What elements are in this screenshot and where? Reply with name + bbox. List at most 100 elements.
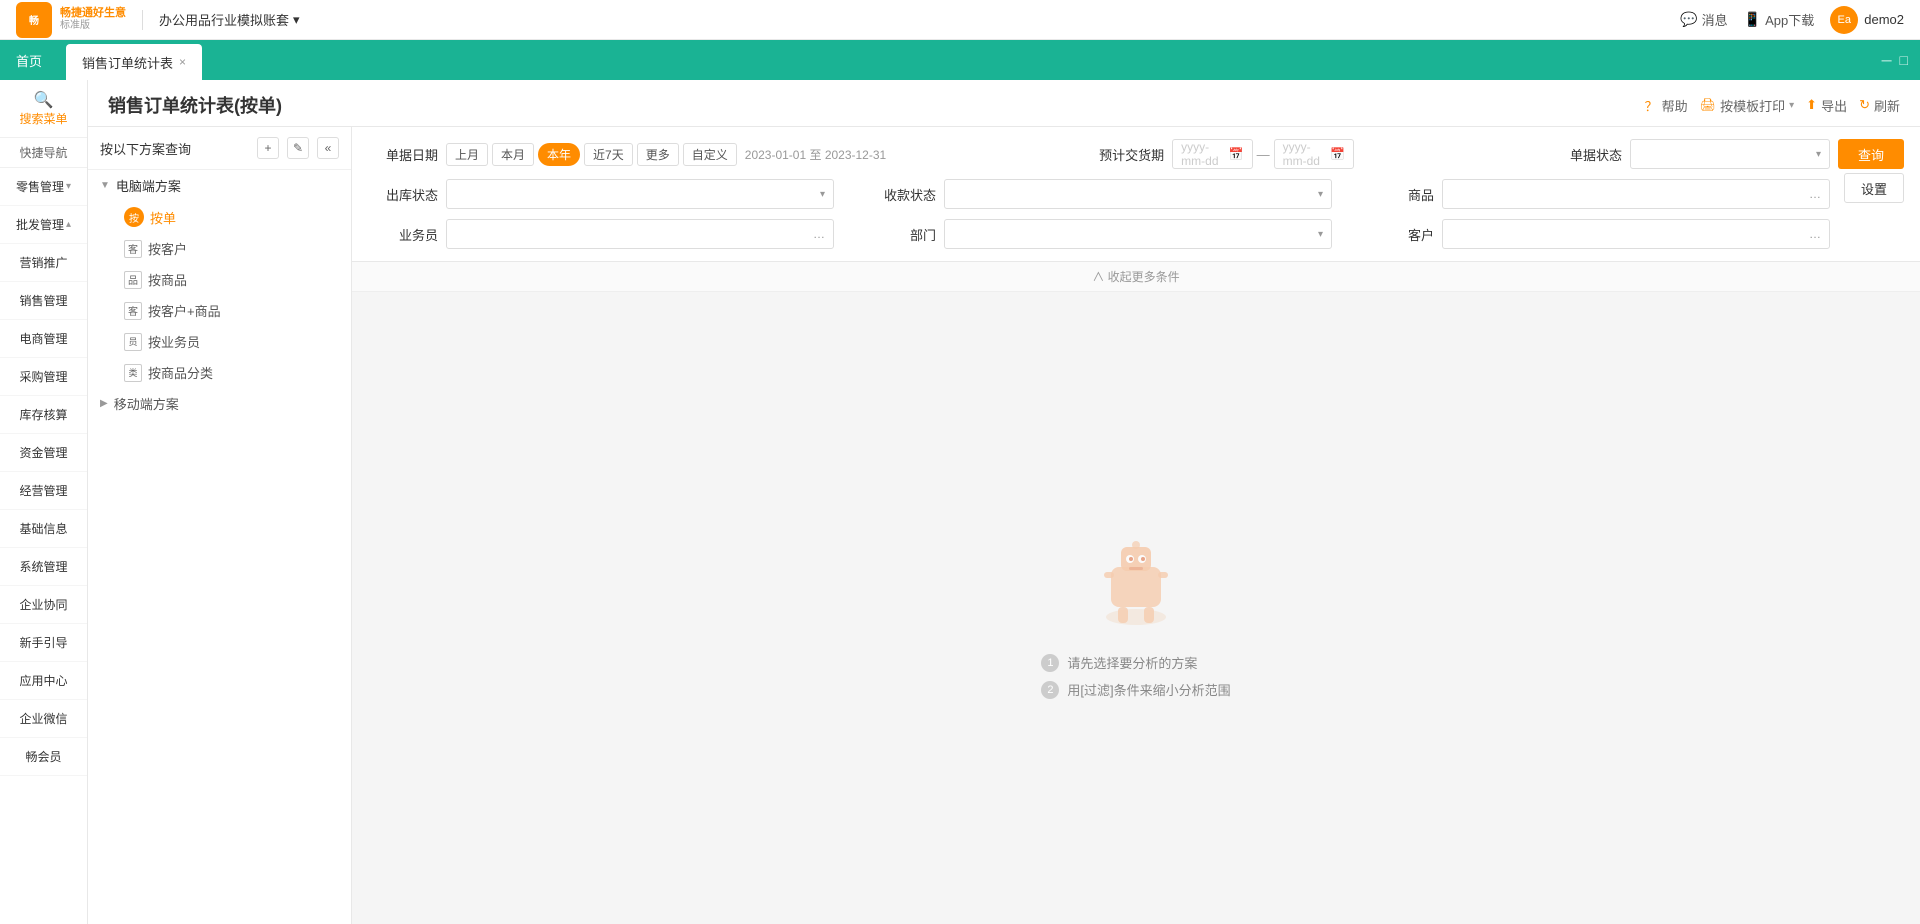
department-label: 部门 [866,225,936,244]
sidebar: 🔍 搜索菜单 快捷导航 零售管理 ▾ 批发管理 ▴ 营销推广 销售管理 电商管理… [0,80,88,924]
department-select[interactable]: ▾ [944,219,1332,249]
sidebar-item-operations[interactable]: 经营管理 [0,472,87,510]
sidebar-item-marketing[interactable]: 营销推广 [0,244,87,282]
help-btn[interactable]: ？ 帮助 [1645,96,1688,115]
salesperson-input[interactable]: … [446,219,834,249]
collapse-bar[interactable]: ∧ 收起更多条件 [352,262,1920,292]
date-btn-custom[interactable]: 自定义 [683,143,737,166]
by-customer-label: 按客户 [148,239,187,258]
workspace-arrow: ▾ [293,12,300,28]
empty-state: 1 请先选择要分析的方案 2 用[过滤]条件来缩小分析范围 [352,292,1920,924]
date-btn-current-year[interactable]: 本年 [538,143,580,166]
edit-scheme-btn[interactable]: ✎ [287,137,309,159]
sidebar-inventory-label: 库存核算 [19,406,67,423]
user-menu[interactable]: Ea demo2 [1830,6,1904,34]
ship-status-select[interactable]: ▾ [446,179,834,209]
product-input[interactable]: … [1442,179,1830,209]
print-btn[interactable]: 🖨 按模板打印 ▾ [1700,96,1795,115]
sidebar-newbie-label: 新手引导 [19,634,67,651]
filter-status-row: 出库状态 ▾ 收款状态 ▾ [368,179,1830,209]
pay-status-select[interactable]: ▾ [944,179,1332,209]
product-dots: … [1809,187,1821,201]
empty-step-1: 1 请先选择要分析的方案 [1041,653,1230,672]
sidebar-item-wholesale[interactable]: 批发管理 ▴ [0,206,87,244]
sidebar-finance-label: 资金管理 [19,444,67,461]
tree-pc-section[interactable]: ▼ 电脑端方案 [88,170,351,201]
customer-input[interactable]: … [1442,219,1830,249]
tab-sales-order[interactable]: 销售订单统计表 × [66,44,202,80]
tree-item-by-cust-prod[interactable]: 客 按客户+商品 [88,295,351,326]
app-download-btn[interactable]: 📱 App下载 [1744,10,1815,29]
by-salesperson-label: 按业务员 [148,332,200,351]
empty-illustration [1076,517,1196,637]
sidebar-item-newbie[interactable]: 新手引导 [0,624,87,662]
filter-main-cols: 单据日期 上月 本月 本年 近7天 更多 自定义 2023-01-01 至 20… [368,139,1830,249]
tab-bar: 首页 销售订单统计表 × ─ □ [0,40,1920,80]
mobile-expand-icon: ▶ [100,398,108,409]
export-label: 导出 [1821,96,1847,115]
by-product-icon: 品 [124,271,142,289]
refresh-btn[interactable]: ↻ 刷新 [1859,96,1900,115]
tree-mobile-section[interactable]: ▶ 移动端方案 [88,388,351,419]
message-label: 消息 [1702,10,1728,29]
sidebar-item-purchase[interactable]: 采购管理 [0,358,87,396]
sidebar-quick-nav[interactable]: 快捷导航 [0,138,87,168]
brand-logo: 畅 [16,2,52,38]
order-status-select[interactable]: ▾ [1630,139,1830,169]
by-customer-icon: 客 [124,240,142,258]
export-icon: ⬆ [1806,97,1817,113]
settings-btn[interactable]: 设置 [1844,173,1904,203]
tree-item-by-product[interactable]: 品 按商品 [88,264,351,295]
sidebar-search[interactable]: 🔍 搜索菜单 [0,80,87,138]
sidebar-item-inventory[interactable]: 库存核算 [0,396,87,434]
left-panel-title: 按以下方案查询 [100,139,191,158]
sidebar-marketing-label: 营销推广 [19,254,67,271]
export-btn[interactable]: ⬆ 导出 [1806,96,1847,115]
tab-home[interactable]: 首页 [0,40,58,80]
expected-date-end[interactable]: yyyy-mm-dd 📅 [1274,139,1354,169]
add-scheme-btn[interactable]: + [257,137,279,159]
sidebar-item-corp-wechat[interactable]: 企业微信 [0,700,87,738]
date-btn-more[interactable]: 更多 [637,143,679,166]
tree-item-by-customer[interactable]: 客 按客户 [88,233,351,264]
tab-maximize-btn[interactable]: □ [1900,52,1908,68]
sidebar-item-system[interactable]: 系统管理 [0,548,87,586]
tree-item-by-salesperson[interactable]: 员 按业务员 [88,326,351,357]
collapse-panel-btn[interactable]: « [317,137,339,159]
help-label: 帮助 [1662,96,1688,115]
date-btn-last7[interactable]: 近7天 [584,143,633,166]
message-btn[interactable]: 💬 消息 [1680,10,1727,29]
ship-status-label: 出库状态 [368,185,438,204]
sidebar-item-corp[interactable]: 企业协同 [0,586,87,624]
date-label: 单据日期 [368,145,438,164]
sidebar-item-ecommerce[interactable]: 电商管理 [0,320,87,358]
tab-window-actions: ─ □ [1882,52,1920,68]
sidebar-item-app-center[interactable]: 应用中心 [0,662,87,700]
tab-home-label: 首页 [16,51,42,70]
sidebar-item-basic[interactable]: 基础信息 [0,510,87,548]
tree-item-by-category[interactable]: 类 按商品分类 [88,357,351,388]
filter-bar: 单据日期 上月 本月 本年 近7天 更多 自定义 2023-01-01 至 20… [352,127,1920,262]
expected-date-label: 预计交货期 [1084,145,1164,164]
brand-name: 畅捷通好生意 [60,7,126,20]
pay-status-label: 收款状态 [866,185,936,204]
sidebar-item-finance[interactable]: 资金管理 [0,434,87,472]
date-btn-last-month[interactable]: 上月 [446,143,488,166]
sidebar-item-sales[interactable]: 销售管理 [0,282,87,320]
date-btn-this-month[interactable]: 本月 [492,143,534,166]
tab-close-icon[interactable]: × [179,55,186,69]
by-salesperson-icon: 员 [124,333,142,351]
tab-minimize-btn[interactable]: ─ [1882,52,1892,68]
expected-date-start[interactable]: yyyy-mm-dd 📅 [1172,139,1252,169]
workspace-selector[interactable]: 办公用品行业模拟账套 ▾ [159,10,300,29]
empty-step-2: 2 用[过滤]条件来缩小分析范围 [1041,680,1230,699]
sidebar-item-member[interactable]: 畅会员 [0,738,87,776]
tree-item-by-order[interactable]: 按 按单 [88,201,351,233]
left-panel: 按以下方案查询 + ✎ « ▼ [88,127,352,924]
by-cust-prod-icon: 客 [124,302,142,320]
order-status-label: 单据状态 [1552,145,1622,164]
sidebar-item-retail[interactable]: 零售管理 ▾ [0,168,87,206]
collapse-label: ∧ 收起更多条件 [1092,270,1179,284]
query-btn[interactable]: 查询 [1838,139,1904,169]
by-product-label: 按商品 [148,270,187,289]
